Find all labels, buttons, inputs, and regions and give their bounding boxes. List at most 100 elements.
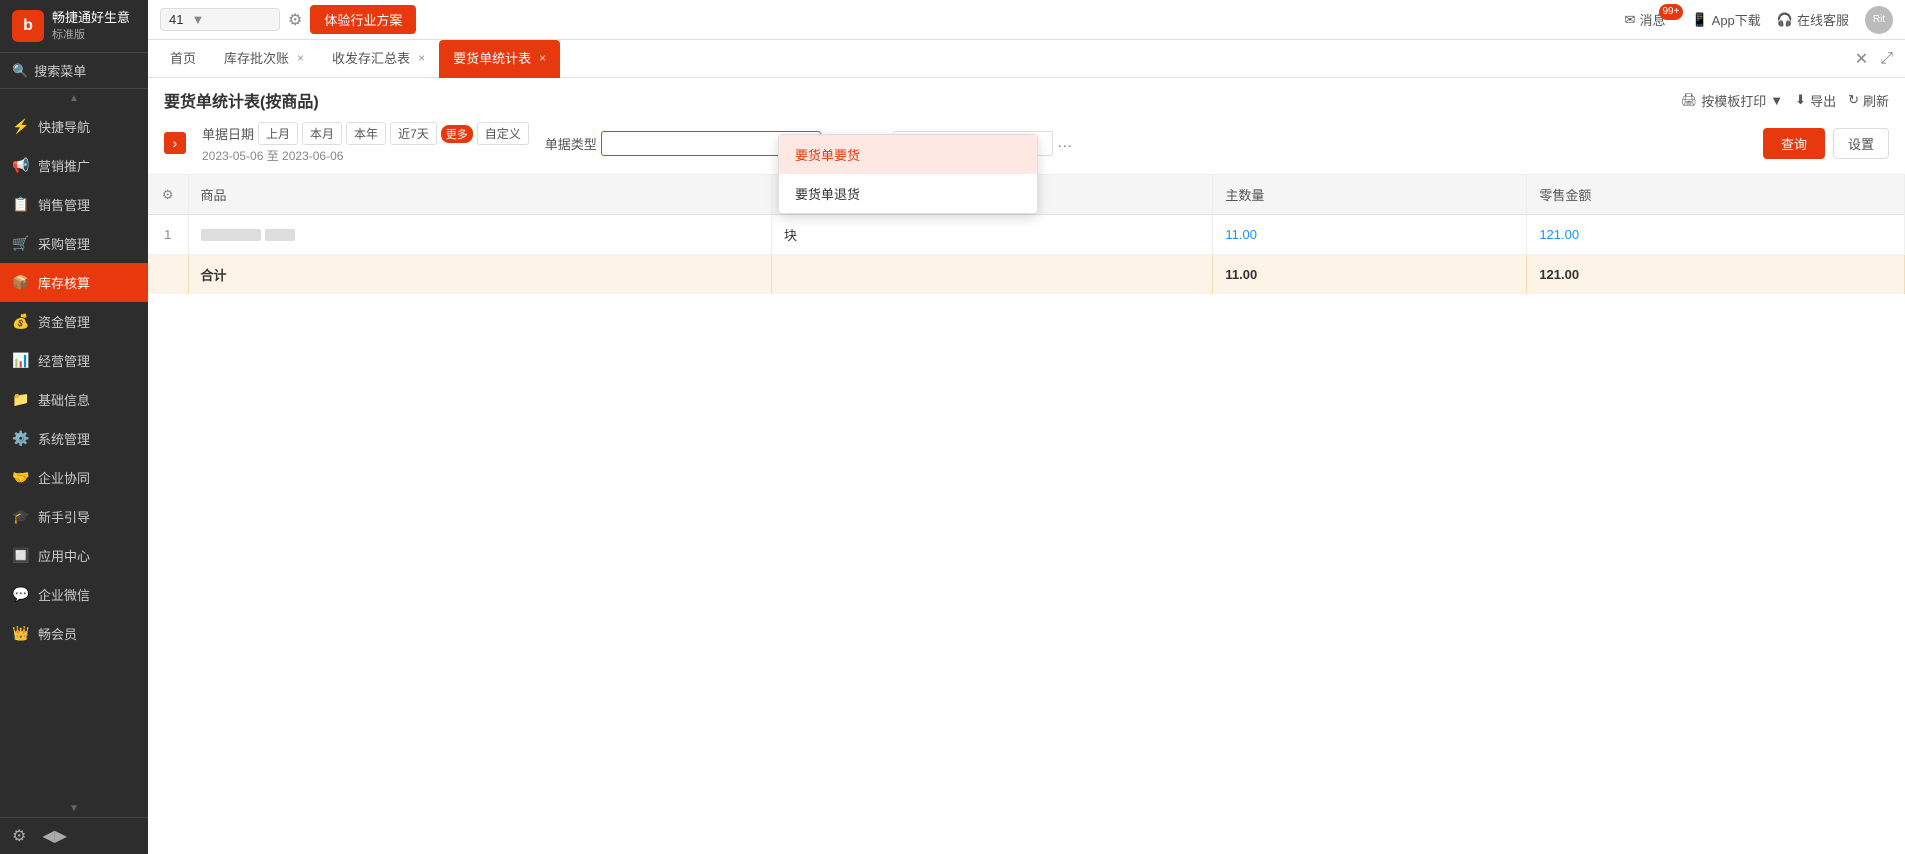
date-last-7-days-button[interactable]: 近7天 (390, 122, 437, 145)
amount-link[interactable]: 121.00 (1539, 227, 1579, 242)
sidebar-item-wechat[interactable]: 💬 企业微信 (0, 575, 148, 614)
tab-inventory-batch[interactable]: 库存批次账 × (210, 40, 318, 78)
sidebar-bottom: ⚙ ◀▶ (0, 817, 148, 854)
date-range-text: 2023-05-06 至 2023-06-06 (202, 147, 343, 164)
col-amount: 零售金额 (1527, 175, 1905, 215)
logo-sub: 标准版 (52, 26, 130, 42)
system-icon: ⚙️ (12, 430, 30, 448)
quantity-link[interactable]: 11.00 (1225, 227, 1257, 242)
sidebar-item-membership[interactable]: 👑 畅会员 (0, 614, 148, 653)
refresh-icon: ↻ (1848, 92, 1859, 108)
operations-icon: 📊 (12, 352, 30, 370)
dropdown-item-order-goods[interactable]: 要货单要货 (779, 135, 1037, 174)
phone-icon: 📱 (1691, 12, 1707, 28)
avatar: Rit (1865, 6, 1893, 34)
app-download-button[interactable]: 📱 App下载 (1691, 10, 1760, 29)
inventory-icon: 📦 (12, 274, 30, 292)
tab-close-order-stats[interactable]: × (539, 51, 546, 65)
sidebar-item-marketing[interactable]: 📢 营销推广 (0, 146, 148, 185)
sidebar-item-label: 销售管理 (38, 195, 90, 214)
tab-order-stats[interactable]: 要货单统计表 × (439, 40, 560, 78)
sidebar-item-enterprise[interactable]: 🤝 企业协同 (0, 458, 148, 497)
collapse-icon[interactable]: ◀▶ (42, 826, 67, 846)
more-date-options-badge[interactable]: 更多 (441, 125, 473, 143)
sidebar-item-inventory[interactable]: 📦 库存核算 (0, 263, 148, 302)
tab-close-collection-summary[interactable]: × (418, 51, 425, 65)
sidebar-item-label: 采购管理 (38, 234, 90, 253)
column-settings-icon[interactable]: ⚙ (162, 187, 174, 202)
row-quantity: 11.00 (1213, 215, 1527, 255)
user-avatar-button[interactable]: Rit (1865, 6, 1893, 34)
table-row: 1 块 11.00 (148, 215, 1905, 255)
sidebar-item-label: 企业微信 (38, 585, 90, 604)
col-settings: ⚙ (148, 175, 188, 215)
sidebar-item-base-info[interactable]: 📁 基础信息 (0, 380, 148, 419)
close-all-tabs-button[interactable]: ✕ (1851, 45, 1872, 73)
row-unit: 块 (772, 215, 1213, 255)
sidebar-item-label: 快捷导航 (38, 117, 90, 136)
sidebar-item-label: 新手引导 (38, 507, 90, 526)
sidebar-item-label: 库存核算 (38, 273, 90, 292)
product-placeholder (201, 229, 261, 241)
sidebar-item-label: 基础信息 (38, 390, 90, 409)
tab-close-inventory-batch[interactable]: × (297, 51, 304, 65)
date-filter-group: 单据日期 上月 本月 本年 近7天 更多 自定义 2023-05-06 至 20… (202, 122, 529, 164)
search-label: 搜索菜单 (34, 61, 86, 80)
footer-amount: 121.00 (1527, 255, 1905, 295)
page-title: 要货单统计表(按商品) (164, 88, 319, 112)
sidebar: b 畅捷通好生意 标准版 🔍 搜索菜单 ▲ ⚡ 快捷导航 📢 营销推广 📋 销售… (0, 0, 148, 854)
sidebar-item-sales[interactable]: 📋 销售管理 (0, 185, 148, 224)
sidebar-item-label: 应用中心 (38, 546, 90, 565)
refresh-label: 刷新 (1863, 91, 1889, 110)
table-footer-row: 合计 11.00 121.00 (148, 255, 1905, 295)
sidebar-nav: ⚡ 快捷导航 📢 营销推广 📋 销售管理 🛒 采购管理 📦 库存核算 💰 资金管… (0, 107, 148, 799)
export-button[interactable]: ⬇ 导出 (1795, 91, 1836, 110)
date-custom-button[interactable]: 自定义 (477, 122, 529, 145)
maximize-button[interactable]: ⤢ (1876, 46, 1897, 72)
date-last-month-button[interactable]: 上月 (258, 122, 298, 145)
dropdown-item-order-return[interactable]: 要货单退货 (779, 174, 1037, 213)
settings-icon[interactable]: ⚙ (12, 826, 26, 846)
online-service-label: 在线客服 (1797, 10, 1849, 29)
search-menu-button[interactable]: 🔍 搜索菜单 (0, 53, 148, 89)
sidebar-item-finance[interactable]: 💰 资金管理 (0, 302, 148, 341)
service-icon: 🎧 (1777, 12, 1793, 28)
row-amount: 121.00 (1527, 215, 1905, 255)
online-service-button[interactable]: 🎧 在线客服 (1777, 10, 1849, 29)
tab-order-stats-label: 要货单统计表 (453, 48, 531, 67)
sidebar-item-purchase[interactable]: 🛒 采购管理 (0, 224, 148, 263)
messages-button[interactable]: ✉ 消息 99+ (1625, 10, 1676, 29)
scroll-down-indicator[interactable]: ▼ (0, 799, 148, 817)
sidebar-item-label: 营销推广 (38, 156, 90, 175)
app-download-label: App下载 (1712, 10, 1761, 29)
tab-home-label: 首页 (170, 48, 196, 67)
trial-button[interactable]: 体验行业方案 (310, 5, 416, 34)
date-this-month-button[interactable]: 本月 (302, 122, 342, 145)
query-button[interactable]: 查询 (1763, 128, 1825, 159)
warehouse-more-icon[interactable]: … (1057, 134, 1073, 152)
sidebar-item-quick-nav[interactable]: ⚡ 快捷导航 (0, 107, 148, 146)
sidebar-item-label: 企业协同 (38, 468, 90, 487)
date-this-year-button[interactable]: 本年 (346, 122, 386, 145)
sidebar-item-app-center[interactable]: 🔲 应用中心 (0, 536, 148, 575)
chevron-down-icon: ▼ (1770, 93, 1783, 108)
sidebar-item-guide[interactable]: 🎓 新手引导 (0, 497, 148, 536)
sidebar-item-operations[interactable]: 📊 经营管理 (0, 341, 148, 380)
settings-button[interactable]: 设置 (1833, 128, 1889, 159)
search-icon: 🔍 (12, 63, 28, 79)
chevron-down-icon: ▼ (191, 12, 204, 27)
tab-home[interactable]: 首页 (156, 40, 210, 78)
row-seq: 1 (148, 215, 188, 255)
tab-collection-summary[interactable]: 收发存汇总表 × (318, 40, 439, 78)
product-placeholder2 (265, 229, 295, 241)
settings-button[interactable]: ⚙ (288, 10, 302, 30)
refresh-button[interactable]: ↻ 刷新 (1848, 91, 1889, 110)
filter-expand-button[interactable]: › (164, 132, 186, 154)
scroll-up-indicator[interactable]: ▲ (0, 89, 148, 107)
print-template-button[interactable]: 🖨 按模板打印 ▼ (1681, 91, 1783, 110)
filter-actions: 查询 设置 (1763, 128, 1889, 159)
sidebar-item-system[interactable]: ⚙️ 系统管理 (0, 419, 148, 458)
row-product (188, 215, 772, 255)
store-selector[interactable]: 41 ▼ (160, 8, 280, 31)
export-icon: ⬇ (1795, 92, 1806, 108)
